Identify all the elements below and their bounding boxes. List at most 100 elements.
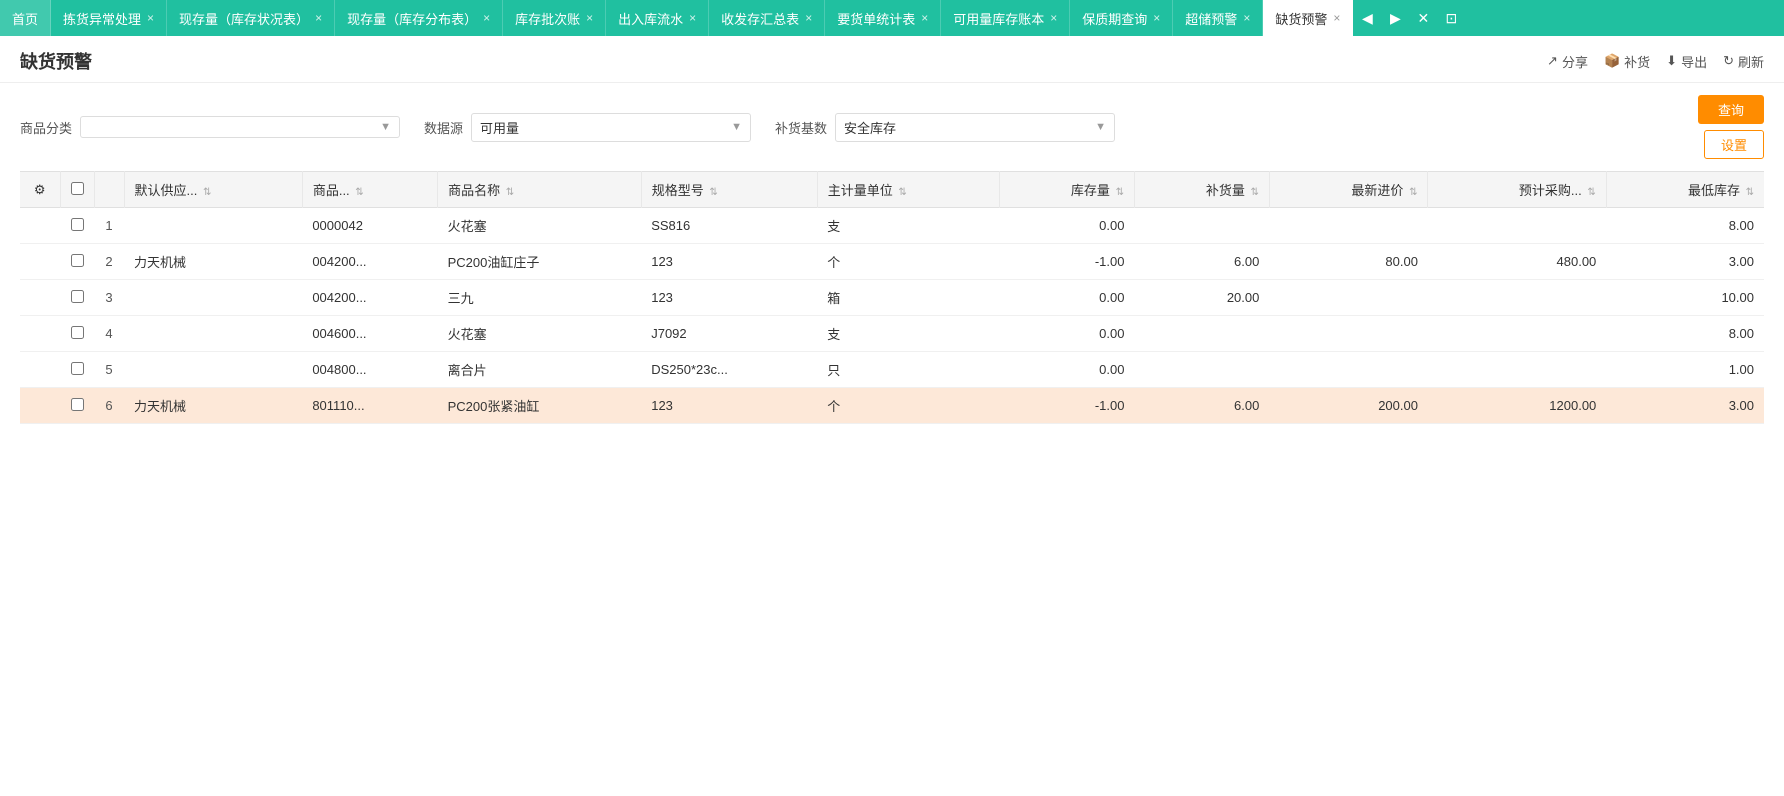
tab-available-ledger[interactable]: 可用量库存账本 × [941,0,1070,36]
tab-nav-prev[interactable]: ◀ [1353,0,1381,36]
cell-num-4: 5 [94,352,124,388]
category-select[interactable]: ▼ [80,116,400,138]
cell-unit-0: 支 [817,208,999,244]
category-dropdown-icon: ▼ [380,121,391,133]
cell-min-stock-3: 8.00 [1606,316,1764,352]
tab-inout-flow[interactable]: 出入库流水 × [606,0,709,36]
filter-group-replenish: 补货基数 安全库存 ▼ [775,113,1115,142]
replenish-select[interactable]: 安全库存 ▼ [835,113,1115,142]
cell-spec-2: 123 [641,280,817,316]
sort-icon-spec: ⇅ [709,187,717,198]
export-button[interactable]: ⬇ 导出 [1666,52,1707,71]
cell-est-purchase-3 [1428,316,1606,352]
cell-checkbox-2[interactable] [60,280,94,316]
col-header-unit[interactable]: 主计量单位 ⇅ [817,172,999,208]
cell-replenish-qty-0 [1134,208,1269,244]
tab-close-overstock[interactable]: × [1243,11,1250,25]
tab-exception[interactable]: 拣货异常处理 × [51,0,167,36]
cell-supplier-5: 力天机械 [124,388,302,424]
datasource-select[interactable]: 可用量 ▼ [471,113,751,142]
cell-unit-3: 支 [817,316,999,352]
tab-batch-account[interactable]: 库存批次账 × [503,0,606,36]
table-header-row: ⚙ 默认供应... ⇅ 商品... ⇅ 商品名称 [20,172,1764,208]
tab-close-inventory-status[interactable]: × [315,11,322,25]
tab-close-all[interactable]: ✕ [1409,0,1437,36]
tab-close-receipt-summary[interactable]: × [805,11,812,25]
tab-close-available-ledger[interactable]: × [1050,11,1057,25]
row-checkbox-3[interactable] [71,326,84,339]
tab-close-exception[interactable]: × [147,11,154,25]
tab-inventory-dist[interactable]: 现存量（库存分布表） × [335,0,503,36]
tab-close-inventory-dist[interactable]: × [483,11,490,25]
cell-replenish-qty-1: 6.00 [1134,244,1269,280]
col-header-product-code[interactable]: 商品... ⇅ [302,172,437,208]
tab-close-order-stat[interactable]: × [921,11,928,25]
tab-close-inout-flow[interactable]: × [689,11,696,25]
sort-icon-min-stock: ⇅ [1746,187,1754,198]
cell-checkbox-1[interactable] [60,244,94,280]
filter-group-datasource: 数据源 可用量 ▼ [424,113,751,142]
tab-expand[interactable]: ⊡ [1437,0,1465,36]
select-all-checkbox[interactable] [71,182,84,195]
cell-min-stock-2: 10.00 [1606,280,1764,316]
tab-close-batch-account[interactable]: × [586,11,593,25]
cell-checkbox-4[interactable] [60,352,94,388]
cell-checkbox-3[interactable] [60,316,94,352]
col-header-min-stock[interactable]: 最低库存 ⇅ [1606,172,1764,208]
tab-order-stat[interactable]: 要货单统计表 × [825,0,941,36]
tab-shortage[interactable]: 缺货预警 × [1263,0,1353,36]
col-header-replenish-qty[interactable]: 补货量 ⇅ [1134,172,1269,208]
cell-replenish-qty-5: 6.00 [1134,388,1269,424]
row-checkbox-0[interactable] [71,218,84,231]
gear-icon: ⚙ [34,182,46,197]
col-header-spec[interactable]: 规格型号 ⇅ [641,172,817,208]
cell-spec-4: DS250*23c... [641,352,817,388]
col-header-checkbox[interactable] [60,172,94,208]
cell-est-purchase-0 [1428,208,1606,244]
tab-overstock[interactable]: 超储预警 × [1173,0,1263,36]
cell-supplier-0 [124,208,302,244]
cell-unit-5: 个 [817,388,999,424]
refresh-button[interactable]: ↻ 刷新 [1723,52,1764,71]
table-container: ⚙ 默认供应... ⇅ 商品... ⇅ 商品名称 [0,171,1784,424]
row-checkbox-1[interactable] [71,254,84,267]
tab-nav-next[interactable]: ▶ [1381,0,1409,36]
cell-checkbox-5[interactable] [60,388,94,424]
col-header-latest-price[interactable]: 最新进价 ⇅ [1269,172,1428,208]
row-checkbox-5[interactable] [71,398,84,411]
settings-button[interactable]: 设置 [1704,130,1764,159]
tab-receipt-summary[interactable]: 收发存汇总表 × [709,0,825,36]
cell-stock-qty-1: -1.00 [1000,244,1135,280]
cell-spec-5: 123 [641,388,817,424]
col-header-supplier[interactable]: 默认供应... ⇅ [124,172,302,208]
cell-checkbox-0[interactable] [60,208,94,244]
cell-num-0: 1 [94,208,124,244]
cell-min-stock-1: 3.00 [1606,244,1764,280]
share-button[interactable]: ↗ 分享 [1547,52,1588,71]
tab-close-expiry-query[interactable]: × [1153,11,1160,25]
cell-num-5: 6 [94,388,124,424]
row-checkbox-4[interactable] [71,362,84,375]
cell-stock-qty-5: -1.00 [1000,388,1135,424]
sort-icon-product-code: ⇅ [355,187,363,198]
col-header-settings[interactable]: ⚙ [20,172,60,208]
col-header-stock-qty[interactable]: 库存量 ⇅ [1000,172,1135,208]
page-header: 缺货预警 ↗ 分享 📦 补货 ⬇ 导出 ↻ 刷新 [0,36,1784,83]
cell-product-name-2: 三九 [438,280,642,316]
data-table: ⚙ 默认供应... ⇅ 商品... ⇅ 商品名称 [20,171,1764,424]
col-header-product-name[interactable]: 商品名称 ⇅ [438,172,642,208]
sort-icon-product-name: ⇅ [506,187,514,198]
tab-close-shortage[interactable]: × [1333,11,1340,25]
tab-expiry-query[interactable]: 保质期查询 × [1070,0,1173,36]
col-header-est-purchase[interactable]: 预计采购... ⇅ [1428,172,1606,208]
tab-home[interactable]: 首页 [0,0,51,36]
cell-product-code-1: 004200... [302,244,437,280]
query-button[interactable]: 查询 [1698,95,1764,124]
row-checkbox-2[interactable] [71,290,84,303]
cell-product-code-4: 004800... [302,352,437,388]
replenish-button[interactable]: 📦 补货 [1604,52,1650,71]
datasource-label: 数据源 [424,118,463,137]
tab-inventory-status[interactable]: 现存量（库存状况表） × [167,0,335,36]
cell-supplier-4 [124,352,302,388]
cell-settings-5 [20,388,60,424]
